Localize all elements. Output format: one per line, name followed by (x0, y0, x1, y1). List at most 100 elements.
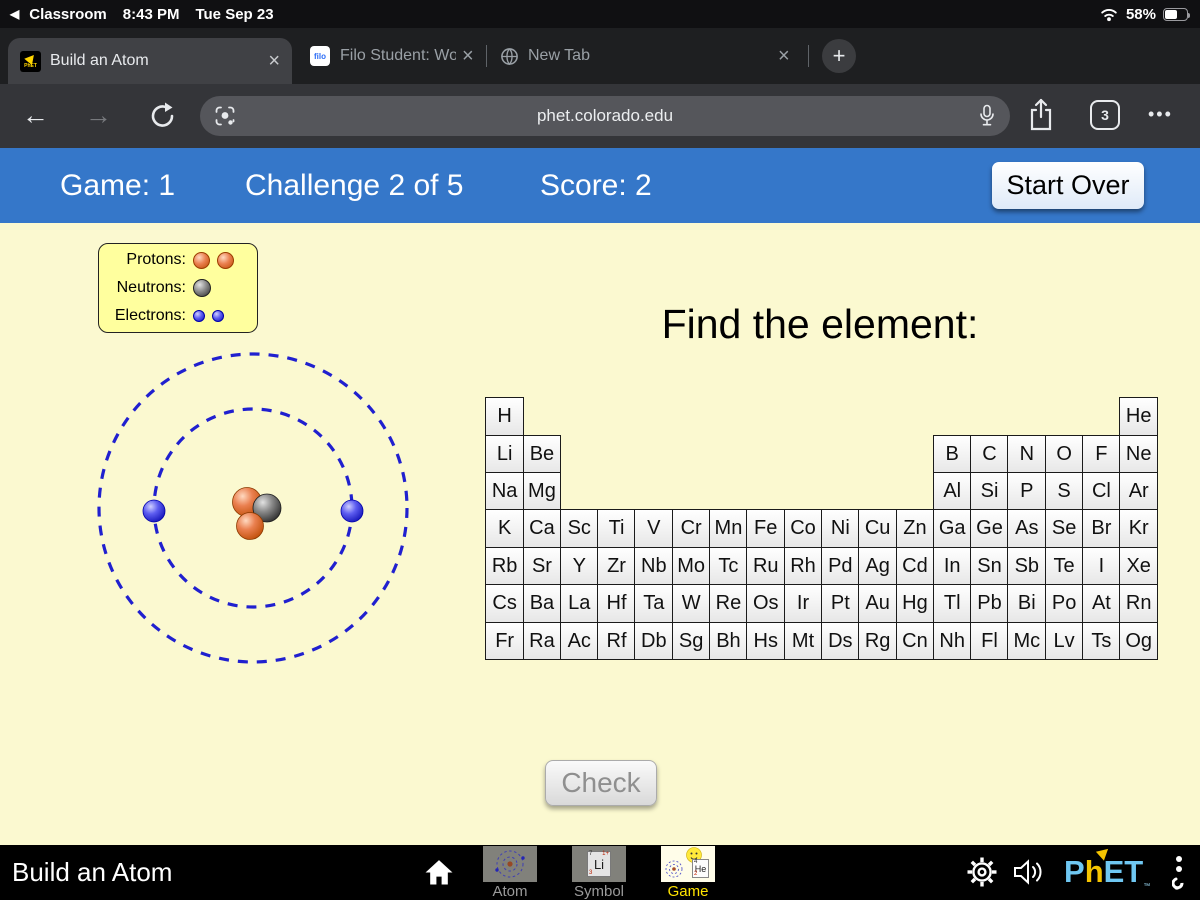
element-cell-Kr[interactable]: Kr (1119, 509, 1159, 549)
new-tab-button[interactable]: + (822, 39, 856, 73)
element-cell-Fr[interactable]: Fr (485, 621, 525, 661)
element-cell-Sc[interactable]: Sc (559, 509, 599, 549)
element-cell-Ne[interactable]: Ne (1119, 434, 1159, 474)
element-cell-Rf[interactable]: Rf (597, 621, 636, 661)
element-cell-Hf[interactable]: Hf (597, 584, 636, 624)
start-over-button[interactable]: Start Over (992, 162, 1144, 209)
element-cell-Ts[interactable]: Ts (1082, 621, 1121, 661)
element-cell-Xe[interactable]: Xe (1119, 546, 1159, 586)
element-cell-Cd[interactable]: Cd (895, 546, 935, 586)
element-cell-Ba[interactable]: Ba (522, 584, 562, 624)
element-cell-As[interactable]: As (1007, 509, 1047, 549)
element-cell-Rb[interactable]: Rb (485, 546, 525, 586)
element-cell-Ca[interactable]: Ca (522, 509, 562, 549)
element-cell-Db[interactable]: Db (634, 621, 674, 661)
element-cell-O[interactable]: O (1044, 434, 1084, 474)
tab-build-an-atom[interactable]: PhET Build an Atom × (8, 38, 292, 84)
element-cell-He[interactable]: He (1119, 397, 1159, 437)
element-cell-Rn[interactable]: Rn (1119, 584, 1159, 624)
forward-button[interactable]: → (85, 99, 112, 131)
element-cell-Li[interactable]: Li (485, 434, 525, 474)
element-cell-Ir[interactable]: Ir (783, 584, 823, 624)
url-text[interactable]: phet.colorado.edu (200, 96, 1010, 136)
tab-count-button[interactable]: 3 (1090, 100, 1120, 130)
element-cell-Cr[interactable]: Cr (671, 509, 711, 549)
element-cell-Tc[interactable]: Tc (709, 546, 748, 586)
close-tab-icon[interactable]: × (778, 45, 790, 68)
element-cell-W[interactable]: W (671, 584, 711, 624)
element-cell-Fe[interactable]: Fe (746, 509, 786, 549)
element-cell-Cn[interactable]: Cn (895, 621, 935, 661)
element-cell-Au[interactable]: Au (858, 584, 898, 624)
element-cell-Bi[interactable]: Bi (1007, 584, 1047, 624)
element-cell-Cs[interactable]: Cs (485, 584, 525, 624)
element-cell-Ra[interactable]: Ra (522, 621, 562, 661)
element-cell-P[interactable]: P (1007, 472, 1047, 511)
element-cell-Po[interactable]: Po (1044, 584, 1084, 624)
element-cell-Si[interactable]: Si (970, 472, 1009, 511)
element-cell-Mo[interactable]: Mo (671, 546, 711, 586)
element-cell-Mt[interactable]: Mt (783, 621, 823, 661)
element-cell-N[interactable]: N (1007, 434, 1047, 474)
close-tab-icon[interactable]: × (462, 45, 474, 68)
tab-filo-student[interactable]: Filo Student: World's On (340, 47, 456, 65)
element-cell-Ga[interactable]: Ga (932, 509, 972, 549)
microphone-icon[interactable] (978, 104, 996, 129)
element-cell-V[interactable]: V (634, 509, 674, 549)
back-button[interactable]: ← (22, 99, 49, 131)
element-cell-Mc[interactable]: Mc (1007, 621, 1047, 661)
element-cell-Br[interactable]: Br (1082, 509, 1121, 549)
screen-button-atom[interactable]: Atom (482, 846, 538, 900)
element-cell-Tl[interactable]: Tl (932, 584, 972, 624)
share-icon[interactable] (1028, 98, 1054, 132)
element-cell-Ag[interactable]: Ag (858, 546, 898, 586)
element-cell-Pd[interactable]: Pd (820, 546, 860, 586)
element-cell-Rh[interactable]: Rh (783, 546, 823, 586)
element-cell-Ni[interactable]: Ni (820, 509, 860, 549)
element-cell-Zr[interactable]: Zr (597, 546, 636, 586)
element-cell-S[interactable]: S (1044, 472, 1084, 511)
element-cell-Zn[interactable]: Zn (895, 509, 935, 549)
element-cell-Pt[interactable]: Pt (820, 584, 860, 624)
element-cell-Sr[interactable]: Sr (522, 546, 562, 586)
check-button[interactable]: Check (545, 760, 657, 806)
element-cell-H[interactable]: H (485, 397, 525, 437)
element-cell-K[interactable]: K (485, 509, 525, 549)
element-cell-Mn[interactable]: Mn (709, 509, 748, 549)
element-cell-Hg[interactable]: Hg (895, 584, 935, 624)
element-cell-Se[interactable]: Se (1044, 509, 1084, 549)
element-cell-Mg[interactable]: Mg (522, 472, 562, 511)
sound-icon[interactable] (1012, 858, 1048, 886)
element-cell-I[interactable]: I (1082, 546, 1121, 586)
home-button[interactable] (424, 858, 454, 886)
address-bar[interactable]: phet.colorado.edu (200, 96, 1010, 136)
element-cell-Sn[interactable]: Sn (970, 546, 1009, 586)
element-cell-Fl[interactable]: Fl (970, 621, 1009, 661)
element-cell-Ac[interactable]: Ac (559, 621, 599, 661)
element-cell-In[interactable]: In (932, 546, 972, 586)
element-cell-F[interactable]: F (1082, 434, 1121, 474)
element-cell-B[interactable]: B (932, 434, 972, 474)
overflow-menu-icon[interactable]: ••• (1148, 98, 1173, 130)
element-cell-Cu[interactable]: Cu (858, 509, 898, 549)
element-cell-Sb[interactable]: Sb (1007, 546, 1047, 586)
element-cell-Sg[interactable]: Sg (671, 621, 711, 661)
element-cell-Na[interactable]: Na (485, 472, 525, 511)
back-to-app-icon[interactable]: ◀ (10, 7, 19, 21)
element-cell-Nh[interactable]: Nh (932, 621, 972, 661)
element-cell-Og[interactable]: Og (1119, 621, 1159, 661)
element-cell-Be[interactable]: Be (522, 434, 562, 474)
element-cell-Hs[interactable]: Hs (746, 621, 786, 661)
phet-menu-icon[interactable] (1172, 855, 1190, 891)
element-cell-Y[interactable]: Y (559, 546, 599, 586)
element-cell-Os[interactable]: Os (746, 584, 786, 624)
element-cell-Bh[interactable]: Bh (709, 621, 748, 661)
reload-button[interactable] (148, 101, 178, 131)
element-cell-Re[interactable]: Re (709, 584, 748, 624)
element-cell-Cl[interactable]: Cl (1082, 472, 1121, 511)
close-tab-icon[interactable]: × (268, 51, 280, 71)
screen-button-symbol[interactable]: Li 7 1+ 3 Symbol (571, 846, 627, 900)
element-cell-Te[interactable]: Te (1044, 546, 1084, 586)
screen-button-game[interactable]: He 4 2 Game (660, 846, 716, 900)
element-cell-La[interactable]: La (559, 584, 599, 624)
